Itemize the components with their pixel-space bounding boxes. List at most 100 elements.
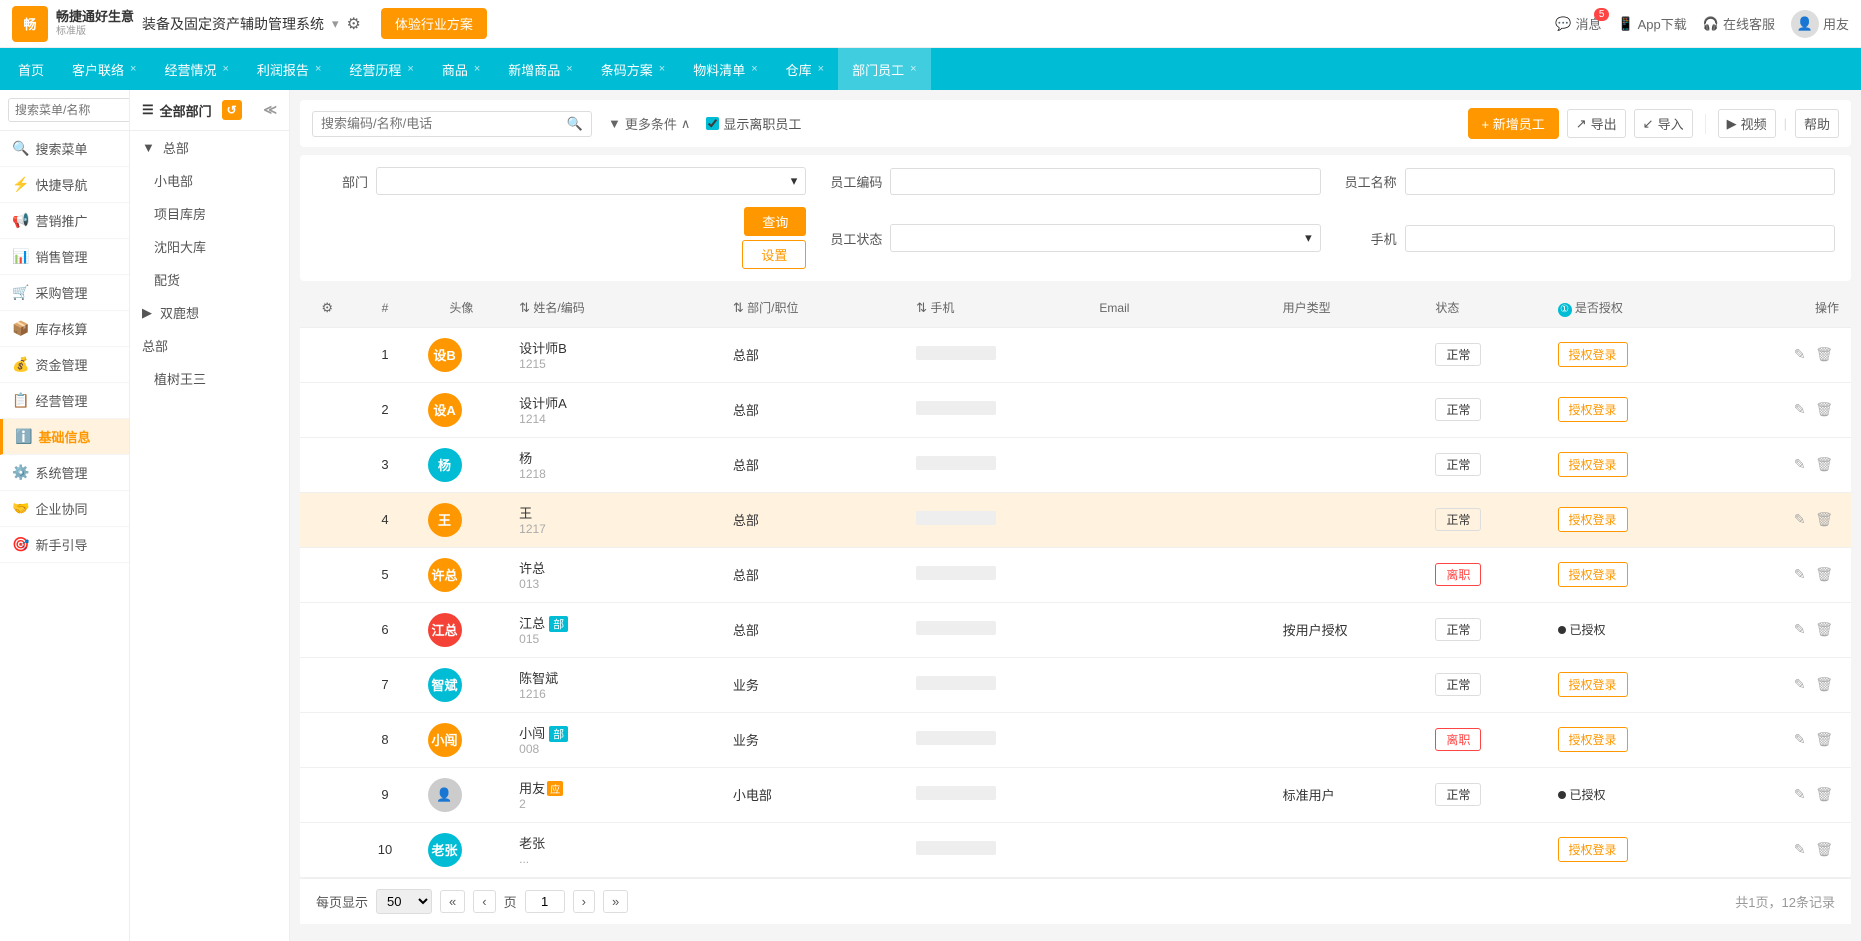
- per-page-select[interactable]: 50 20 100: [376, 889, 432, 914]
- sidebar-menu-item[interactable]: 📢营销推广: [0, 203, 129, 239]
- delete-button[interactable]: 🗑: [1815, 456, 1833, 472]
- user-menu[interactable]: 👤 用友: [1791, 10, 1849, 38]
- edit-button[interactable]: ✎: [1794, 401, 1806, 417]
- nav-close-icon[interactable]: ×: [910, 63, 916, 75]
- dept-tree-node[interactable]: 项目库房: [130, 197, 289, 230]
- next-page-button[interactable]: ›: [573, 890, 595, 913]
- add-employee-button[interactable]: + 新增员工: [1468, 108, 1559, 139]
- nav-item[interactable]: 仓库×: [772, 48, 838, 90]
- nav-close-icon[interactable]: ×: [407, 63, 413, 75]
- dept-tree-node[interactable]: 沈阳大库: [130, 230, 289, 263]
- nav-close-icon[interactable]: ×: [222, 63, 228, 75]
- nav-item[interactable]: 首页: [4, 48, 58, 90]
- edit-button[interactable]: ✎: [1794, 566, 1806, 582]
- sidebar-menu-item[interactable]: 📊销售管理: [0, 239, 129, 275]
- dept-tree-node[interactable]: 总部: [130, 329, 289, 362]
- col-settings[interactable]: ⚙: [300, 289, 354, 327]
- sidebar-menu-item[interactable]: 🎯新手引导: [0, 527, 129, 563]
- delete-button[interactable]: 🗑: [1815, 566, 1833, 582]
- edit-button[interactable]: ✎: [1794, 511, 1806, 527]
- sidebar-search-input[interactable]: [8, 98, 130, 122]
- nav-item[interactable]: 客户联络×: [58, 48, 150, 90]
- first-page-button[interactable]: «: [440, 890, 465, 913]
- edit-button[interactable]: ✎: [1794, 676, 1806, 692]
- edit-button[interactable]: ✎: [1794, 841, 1806, 857]
- dropdown-arrow-icon[interactable]: ▾: [332, 16, 339, 32]
- auth-login-button[interactable]: 授权登录: [1558, 672, 1628, 697]
- show-resigned-toggle[interactable]: 显示离职员工: [706, 114, 801, 133]
- delete-button[interactable]: 🗑: [1815, 731, 1833, 747]
- online-service-button[interactable]: 🎧 在线客服: [1703, 14, 1775, 33]
- import-button[interactable]: ↙ 导入: [1634, 109, 1693, 138]
- dept-tree-node[interactable]: 植树王三: [130, 362, 289, 395]
- edit-button[interactable]: ✎: [1794, 456, 1806, 472]
- nav-item[interactable]: 物料清单×: [679, 48, 771, 90]
- nav-item[interactable]: 利润报告×: [243, 48, 335, 90]
- sidebar-menu-item[interactable]: 🛒采购管理: [0, 275, 129, 311]
- filter-status-select[interactable]: ▾: [890, 224, 1320, 252]
- query-button[interactable]: 查询: [744, 207, 806, 236]
- dept-tree-node[interactable]: 小电部: [130, 164, 289, 197]
- nav-close-icon[interactable]: ×: [474, 63, 480, 75]
- auth-login-button[interactable]: 授权登录: [1558, 507, 1628, 532]
- sidebar-menu-item[interactable]: ⚙️系统管理: [0, 455, 129, 491]
- auth-login-button[interactable]: 授权登录: [1558, 452, 1628, 477]
- nav-item[interactable]: 部门员工×: [838, 48, 930, 90]
- reset-button[interactable]: 设置: [742, 240, 806, 269]
- dept-refresh-button[interactable]: ↺: [222, 100, 242, 120]
- nav-close-icon[interactable]: ×: [751, 63, 757, 75]
- more-filter-button[interactable]: ▼ 更多条件 ∧: [600, 110, 698, 137]
- filter-empcode-input[interactable]: [890, 168, 1320, 195]
- auth-login-button[interactable]: 授权登录: [1558, 727, 1628, 752]
- help-button[interactable]: 帮助: [1795, 109, 1839, 138]
- nav-item[interactable]: 经营情况×: [150, 48, 242, 90]
- show-resigned-checkbox[interactable]: [706, 117, 719, 130]
- dept-tree-node[interactable]: ▼总部: [130, 131, 289, 164]
- export-button[interactable]: ↗ 导出: [1567, 109, 1626, 138]
- last-page-button[interactable]: »: [603, 890, 628, 913]
- nav-item[interactable]: 经营历程×: [335, 48, 427, 90]
- dept-tree-node[interactable]: ▶双鹿想: [130, 296, 289, 329]
- filter-phone-input[interactable]: [1405, 225, 1835, 252]
- message-button[interactable]: 💬 消息 5: [1555, 14, 1601, 33]
- auth-login-button[interactable]: 授权登录: [1558, 342, 1628, 367]
- nav-close-icon[interactable]: ×: [566, 63, 572, 75]
- nav-item[interactable]: 新增商品×: [494, 48, 586, 90]
- gear-icon[interactable]: ⚙: [347, 14, 361, 34]
- sidebar-menu-item[interactable]: ℹ️基础信息: [0, 419, 129, 455]
- sidebar-menu-item[interactable]: 🤝企业协同: [0, 491, 129, 527]
- filter-empname-input[interactable]: [1405, 168, 1835, 195]
- edit-button[interactable]: ✎: [1794, 786, 1806, 802]
- auth-login-button[interactable]: 授权登录: [1558, 837, 1628, 862]
- edit-button[interactable]: ✎: [1794, 731, 1806, 747]
- edit-button[interactable]: ✎: [1794, 621, 1806, 637]
- dept-tree-node[interactable]: 配货: [130, 263, 289, 296]
- auth-login-button[interactable]: 授权登录: [1558, 397, 1628, 422]
- auth-login-button[interactable]: 授权登录: [1558, 562, 1628, 587]
- sidebar-menu-item[interactable]: 📦库存核算: [0, 311, 129, 347]
- delete-button[interactable]: 🗑: [1815, 346, 1833, 362]
- delete-button[interactable]: 🗑: [1815, 401, 1833, 417]
- delete-button[interactable]: 🗑: [1815, 511, 1833, 527]
- video-button[interactable]: ▶ 视频: [1718, 109, 1776, 138]
- prev-page-button[interactable]: ‹: [473, 890, 495, 913]
- edit-button[interactable]: ✎: [1794, 346, 1806, 362]
- nav-item[interactable]: 条码方案×: [587, 48, 679, 90]
- delete-button[interactable]: 🗑: [1815, 841, 1833, 857]
- trial-button[interactable]: 体验行业方案: [381, 8, 487, 39]
- app-download-button[interactable]: 📱 App下载: [1617, 14, 1686, 33]
- sidebar-menu-item[interactable]: 🔍搜索菜单: [0, 131, 129, 167]
- delete-button[interactable]: 🗑: [1815, 676, 1833, 692]
- nav-close-icon[interactable]: ×: [659, 63, 665, 75]
- nav-close-icon[interactable]: ×: [315, 63, 321, 75]
- sidebar-menu-item[interactable]: 📋经营管理: [0, 383, 129, 419]
- filter-dept-select[interactable]: ▾: [376, 167, 806, 195]
- page-input[interactable]: [525, 890, 565, 913]
- nav-item[interactable]: 商品×: [428, 48, 494, 90]
- collapse-button[interactable]: ≪: [263, 102, 277, 118]
- delete-button[interactable]: 🗑: [1815, 621, 1833, 637]
- search-input[interactable]: [321, 116, 561, 131]
- sidebar-menu-item[interactable]: 💰资金管理: [0, 347, 129, 383]
- nav-close-icon[interactable]: ×: [130, 63, 136, 75]
- sidebar-menu-item[interactable]: ⚡快捷导航: [0, 167, 129, 203]
